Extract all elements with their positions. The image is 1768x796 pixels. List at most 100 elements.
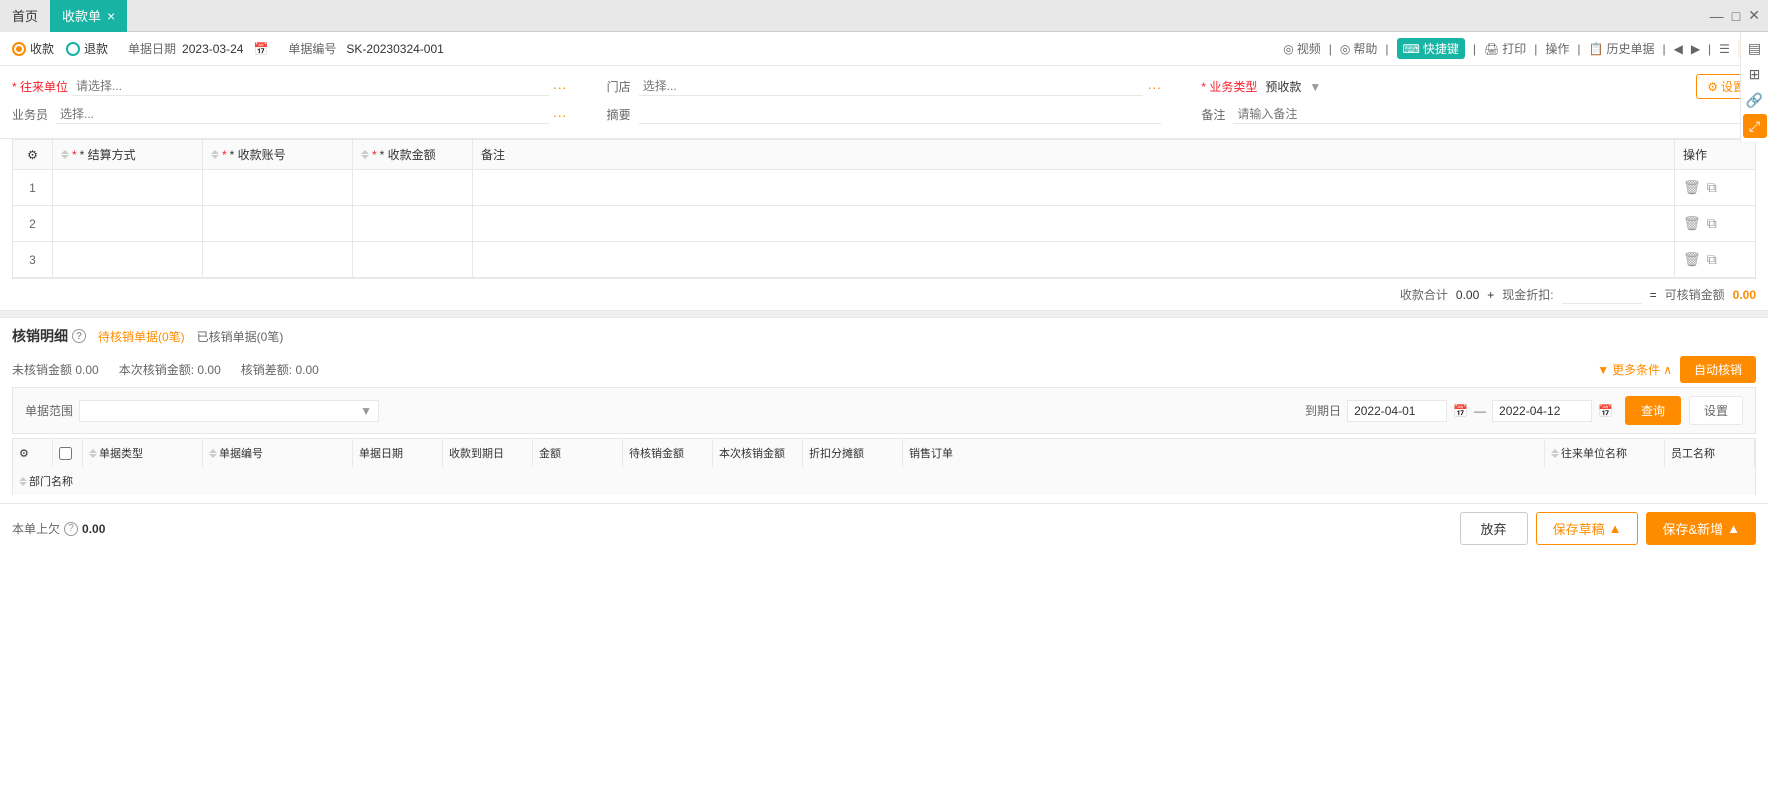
delete-icon-2[interactable]: 🗑 — [1683, 215, 1701, 232]
amount-sort[interactable] — [361, 150, 369, 159]
delete-icon-3[interactable]: 🗑 — [1683, 251, 1701, 268]
summary-label: 摘要 — [607, 106, 631, 123]
row-account-3[interactable] — [203, 242, 353, 277]
help-action[interactable]: ◎ 帮助 — [1340, 40, 1378, 57]
partner-input[interactable] — [72, 77, 549, 96]
date-from-input[interactable] — [1347, 400, 1447, 422]
operations-action[interactable]: 操作 — [1545, 40, 1569, 57]
row-amount-1[interactable] — [353, 170, 473, 205]
table-row: 3 🗑 ⧉ — [13, 242, 1755, 278]
row-amount-2[interactable] — [353, 206, 473, 241]
number-sort[interactable] — [209, 449, 217, 458]
biz-type-select[interactable]: 预收款 ▼ — [1261, 76, 1688, 97]
row-actions-1: 🗑 ⧉ — [1675, 170, 1755, 205]
save-new-button[interactable]: 保存&新增 ▲ — [1646, 512, 1756, 545]
tab-home[interactable]: 首页 — [0, 0, 50, 32]
minimize-icon[interactable]: — — [1710, 8, 1724, 24]
copy-icon-3[interactable]: ⧉ — [1707, 251, 1717, 268]
salesperson-input[interactable] — [56, 105, 549, 124]
radio-receipt[interactable]: 收款 — [12, 40, 54, 57]
close-icon[interactable]: ✕ — [1748, 7, 1760, 24]
sort-down-icon — [211, 155, 219, 159]
row-settlement-3[interactable] — [53, 242, 203, 277]
list-view-icon[interactable]: ☰ — [1719, 42, 1730, 56]
history-action[interactable]: 📋 历史单据 — [1588, 40, 1654, 57]
row-account-1[interactable] — [203, 170, 353, 205]
summary-input[interactable] — [639, 105, 1162, 124]
salesperson-more-icon[interactable]: ··· — [553, 107, 567, 123]
filter-settings-button[interactable]: 设置 — [1689, 396, 1743, 425]
dept-col-label: 部门名称 — [29, 473, 73, 489]
history-icon: 📋 — [1588, 42, 1603, 56]
sort-up-icon — [89, 449, 97, 453]
row-settlement-1[interactable] — [53, 170, 203, 205]
btable-gear[interactable]: ⚙ — [13, 439, 53, 467]
account-sort[interactable] — [211, 150, 219, 159]
tab-receipt-label: 收款单 — [62, 6, 101, 25]
sidebar-expand-icon[interactable]: ⤢ — [1743, 114, 1767, 138]
tab-receipt[interactable]: 收款单 × — [50, 0, 127, 32]
calendar-from-icon[interactable]: 📅 — [1453, 404, 1468, 418]
nav-next-icon[interactable]: ▶ — [1691, 42, 1700, 56]
tab-close-icon[interactable]: × — [107, 8, 115, 24]
copy-icon-1[interactable]: ⧉ — [1707, 179, 1717, 196]
copy-icon-2[interactable]: ⧉ — [1707, 215, 1717, 232]
notes-input[interactable] — [1233, 105, 1756, 124]
dept-sort[interactable] — [19, 477, 27, 486]
row-actions-3: 🗑 ⧉ — [1675, 242, 1755, 277]
select-all-checkbox[interactable] — [59, 447, 72, 460]
sidebar-grid-icon[interactable]: ⊞ — [1743, 62, 1767, 86]
row-notes-1[interactable] — [473, 170, 1675, 205]
btable-pending: 待核销金额 — [623, 439, 713, 467]
btable-checkbox[interactable] — [53, 439, 83, 467]
save-new-arrow-icon[interactable]: ▲ — [1727, 521, 1740, 536]
radio-receipt-label: 收款 — [30, 40, 54, 57]
pending-tab[interactable]: 待核销单据(0笔) — [98, 328, 185, 345]
maximize-icon[interactable]: □ — [1732, 8, 1740, 24]
shortcut-action[interactable]: ⌨ 快捷键 — [1397, 38, 1465, 59]
range-select[interactable]: ▼ — [79, 400, 379, 422]
store-input[interactable] — [639, 77, 1144, 96]
calendar-icon[interactable]: 📅 — [253, 42, 268, 56]
nav-prev-icon[interactable]: ◀ — [1674, 42, 1683, 56]
divider3: | — [1473, 42, 1476, 56]
print-action[interactable]: 🖨 打印 — [1484, 40, 1526, 57]
partner-sort[interactable] — [1551, 449, 1559, 458]
verify-title: 核销明细 ? — [12, 326, 86, 346]
query-button[interactable]: 查询 — [1625, 396, 1681, 425]
discount-input[interactable] — [1562, 285, 1642, 304]
row-number-1: 1 — [13, 170, 53, 205]
bottom-info-icon[interactable]: ? — [64, 522, 78, 536]
range-filter: 单据范围 ▼ — [25, 400, 1293, 422]
video-action[interactable]: ◎ 视频 — [1283, 40, 1321, 57]
row-notes-3[interactable] — [473, 242, 1675, 277]
calendar-to-icon[interactable]: 📅 — [1598, 404, 1613, 418]
table-header-gear[interactable]: ⚙ — [13, 140, 53, 169]
auto-verify-button[interactable]: 自动核销 — [1680, 356, 1756, 383]
radio-refund-dot — [66, 42, 80, 56]
sidebar-table-icon[interactable]: ▤ — [1743, 36, 1767, 60]
row-amount-3[interactable] — [353, 242, 473, 277]
biz-type-arrow-icon: ▼ — [1309, 80, 1321, 94]
type-sort[interactable] — [89, 449, 97, 458]
settlement-sort[interactable] — [61, 150, 69, 159]
partner-more-icon[interactable]: ··· — [553, 79, 567, 95]
radio-refund[interactable]: 退款 — [66, 40, 108, 57]
save-draft-button[interactable]: 保存草稿 ▲ — [1536, 512, 1639, 545]
date-to-input[interactable] — [1492, 400, 1592, 422]
sort-down-icon — [61, 155, 69, 159]
tab-home-label: 首页 — [12, 6, 38, 25]
store-more-icon[interactable]: ··· — [1147, 79, 1161, 95]
row-notes-2[interactable] — [473, 206, 1675, 241]
done-tab[interactable]: 已核销单据(0笔) — [197, 328, 284, 345]
sidebar-link-icon[interactable]: 🔗 — [1743, 88, 1767, 112]
abandon-button[interactable]: 放弃 — [1460, 512, 1528, 545]
row-account-2[interactable] — [203, 206, 353, 241]
salesperson-label: 业务员 — [12, 106, 48, 123]
delete-icon-1[interactable]: 🗑 — [1683, 179, 1701, 196]
more-conditions-btn[interactable]: ▼ 更多条件 ∧ — [1597, 361, 1672, 378]
account-label: * 收款账号 — [230, 146, 286, 163]
row-settlement-2[interactable] — [53, 206, 203, 241]
verify-info-icon[interactable]: ? — [72, 329, 86, 343]
save-draft-arrow-icon[interactable]: ▲ — [1609, 521, 1622, 536]
